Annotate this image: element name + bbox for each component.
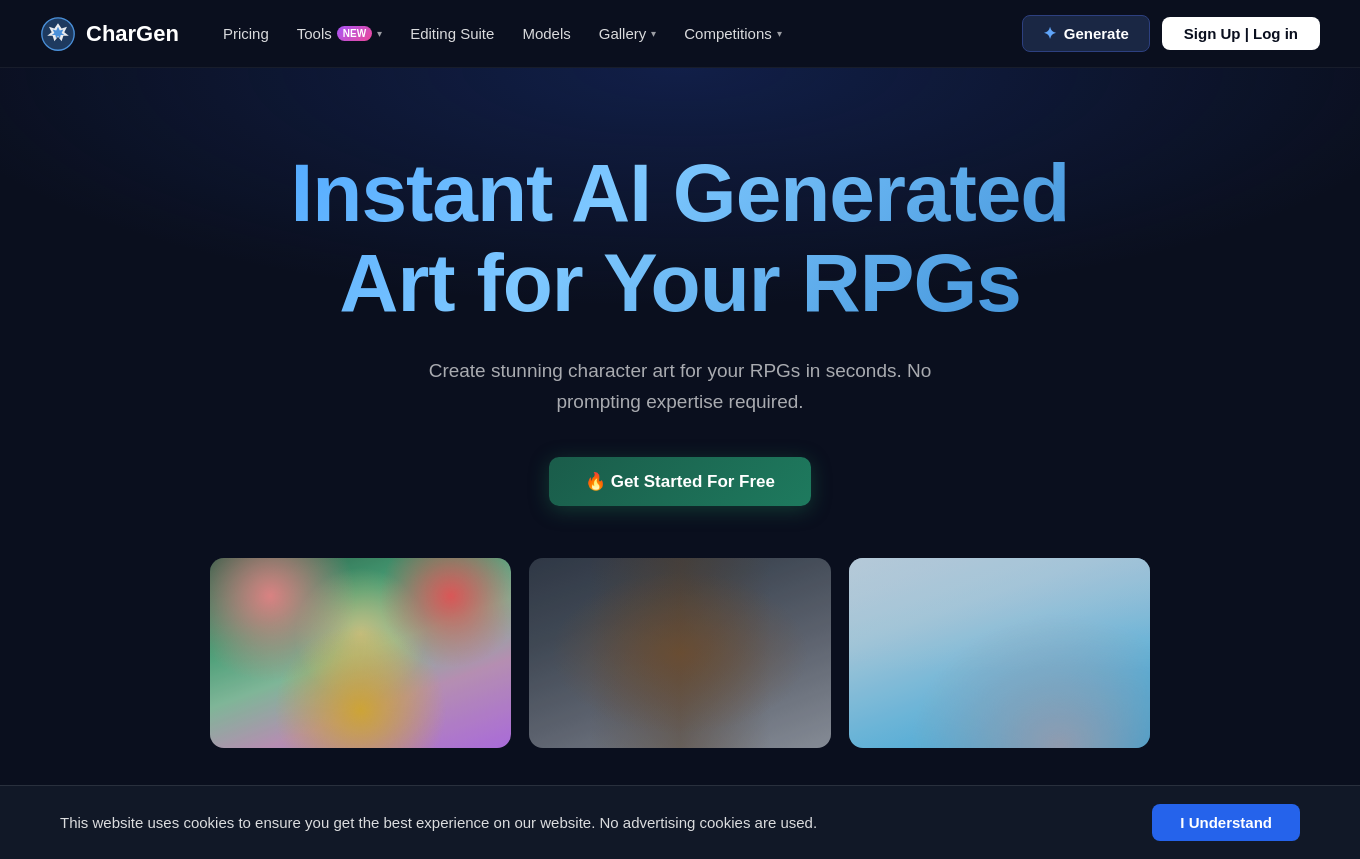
logo-icon bbox=[40, 16, 76, 52]
nav-item-competitions[interactable]: Competitions ▾ bbox=[672, 19, 794, 48]
card-overlay-3 bbox=[849, 558, 1150, 748]
signup-label: Sign Up | Log in bbox=[1184, 25, 1298, 42]
nav-pricing-label: Pricing bbox=[223, 25, 269, 42]
gallery-preview bbox=[40, 558, 1320, 748]
card-overlay-2 bbox=[529, 558, 830, 748]
gallery-card-2 bbox=[529, 558, 830, 748]
generate-label: Generate bbox=[1064, 25, 1129, 42]
hero-title: Instant AI Generated Art for Your RPGs bbox=[230, 148, 1130, 328]
competitions-chevron-icon: ▾ bbox=[777, 28, 782, 39]
nav-models-label: Models bbox=[522, 25, 570, 42]
cookie-accept-button[interactable]: I Understand bbox=[1152, 804, 1300, 841]
nav-editing-label: Editing Suite bbox=[410, 25, 494, 42]
cookie-message: This website uses cookies to ensure you … bbox=[60, 814, 1112, 831]
nav-gallery-label: Gallery bbox=[599, 25, 647, 42]
signup-button[interactable]: Sign Up | Log in bbox=[1162, 17, 1320, 50]
hero-subtitle: Create stunning character art for your R… bbox=[420, 356, 940, 417]
nav-competitions-label: Competitions bbox=[684, 25, 772, 42]
tools-new-badge: New bbox=[337, 26, 372, 41]
nav-item-pricing[interactable]: Pricing bbox=[211, 19, 281, 48]
generate-button[interactable]: ✦ Generate bbox=[1022, 15, 1150, 52]
nav-item-tools[interactable]: Tools New ▾ bbox=[285, 19, 394, 48]
cookie-accept-label: I Understand bbox=[1180, 814, 1272, 831]
cookie-banner: This website uses cookies to ensure you … bbox=[0, 785, 1360, 859]
gallery-card-1 bbox=[210, 558, 511, 748]
tools-chevron-icon: ▾ bbox=[377, 28, 382, 39]
logo-link[interactable]: CharGen bbox=[40, 16, 179, 52]
nav-links: Pricing Tools New ▾ Editing Suite Models… bbox=[211, 19, 794, 48]
nav-left: CharGen Pricing Tools New ▾ Editing Suit… bbox=[40, 16, 794, 52]
card-overlay-1 bbox=[210, 558, 511, 748]
gallery-chevron-icon: ▾ bbox=[651, 28, 656, 39]
navbar: CharGen Pricing Tools New ▾ Editing Suit… bbox=[0, 0, 1360, 68]
nav-item-editing-suite[interactable]: Editing Suite bbox=[398, 19, 506, 48]
gallery-card-3 bbox=[849, 558, 1150, 748]
generate-sparkle-icon: ✦ bbox=[1043, 24, 1056, 43]
nav-tools-label: Tools bbox=[297, 25, 332, 42]
logo-text: CharGen bbox=[86, 21, 179, 47]
cta-button[interactable]: 🔥 Get Started For Free bbox=[549, 457, 811, 506]
nav-item-models[interactable]: Models bbox=[510, 19, 582, 48]
hero-section: Instant AI Generated Art for Your RPGs C… bbox=[0, 68, 1360, 748]
cta-label: 🔥 Get Started For Free bbox=[585, 471, 775, 492]
nav-item-gallery[interactable]: Gallery ▾ bbox=[587, 19, 669, 48]
nav-right: ✦ Generate Sign Up | Log in bbox=[1022, 15, 1320, 52]
